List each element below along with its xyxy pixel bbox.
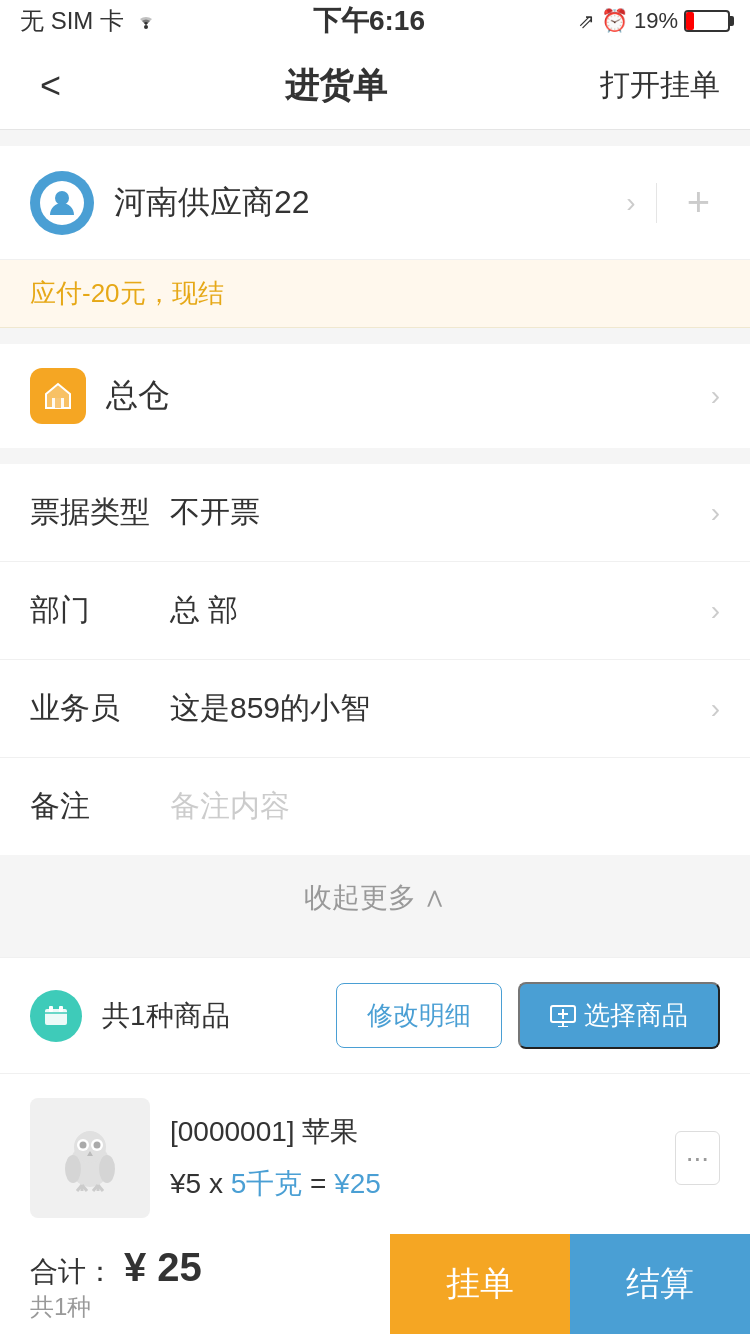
product-count: 共1种商品: [102, 997, 336, 1035]
multiply-sign: x: [209, 1168, 223, 1199]
collapse-label: 收起更多 ∧: [304, 882, 447, 913]
supplier-name: 河南供应商22: [114, 181, 616, 225]
product-icon: [30, 990, 82, 1042]
product-header: 共1种商品 修改明细 选择商品: [0, 957, 750, 1074]
product-title: 苹果: [302, 1116, 358, 1147]
svg-point-16: [80, 1142, 87, 1149]
back-button[interactable]: <: [30, 55, 71, 117]
salesman-label: 业务员: [30, 688, 170, 729]
bottom-bar: 合计： ¥ 25 共1种 挂单 结算: [0, 1234, 750, 1334]
department-label: 部门: [30, 590, 170, 631]
remark-label: 备注: [30, 786, 170, 827]
svg-point-19: [65, 1155, 81, 1183]
product-info: [0000001] 苹果 ¥5 x 5千克 = ¥25: [170, 1113, 655, 1203]
battery-icon: [684, 10, 730, 32]
supplier-chevron-icon: ›: [626, 187, 635, 219]
product-item: [0000001] 苹果 ¥5 x 5千克 = ¥25 ···: [0, 1074, 750, 1243]
product-code: [0000001]: [170, 1116, 295, 1147]
total-amount: ¥ 25: [124, 1245, 202, 1290]
status-bar: 无 SIM 卡 下午6:16 ⇗ ⏰ 19%: [0, 0, 750, 42]
svg-rect-5: [49, 1006, 53, 1012]
supplier-row[interactable]: 河南供应商22 › +: [0, 146, 750, 260]
product-price: ¥5 x 5千克 = ¥25: [170, 1165, 655, 1203]
svg-point-20: [99, 1155, 115, 1183]
collapse-bar[interactable]: 收起更多 ∧: [0, 855, 750, 941]
select-product-label: 选择商品: [584, 998, 688, 1033]
status-right: ⇗ ⏰ 19%: [578, 8, 730, 34]
total-value: ¥25: [334, 1168, 381, 1199]
edit-detail-button[interactable]: 修改明细: [336, 983, 502, 1048]
equals-sign: =: [310, 1168, 326, 1199]
quantity-value: 5千克: [231, 1168, 303, 1199]
svg-point-17: [94, 1142, 101, 1149]
price-value: ¥5: [170, 1168, 201, 1199]
nav-bar: < 进货单 打开挂单: [0, 42, 750, 130]
gap-1: [0, 130, 750, 146]
checkout-button[interactable]: 结算: [570, 1234, 750, 1334]
page-title: 进货单: [285, 63, 387, 109]
status-time: 下午6:16: [313, 2, 425, 40]
svg-rect-6: [59, 1006, 63, 1012]
total-area: 合计： ¥ 25 共1种: [0, 1234, 390, 1334]
salesman-row[interactable]: 业务员 这是859的小智 ›: [0, 660, 750, 758]
invoice-chevron-icon: ›: [711, 497, 720, 529]
select-product-button[interactable]: 选择商品: [518, 982, 720, 1049]
remark-input[interactable]: 备注内容: [170, 786, 720, 827]
svg-rect-3: [55, 398, 61, 408]
total-line: 合计： ¥ 25: [30, 1245, 360, 1291]
svg-rect-4: [45, 1009, 67, 1025]
invoice-label: 票据类型: [30, 492, 170, 533]
warehouse-row[interactable]: 总仓 ›: [0, 344, 750, 448]
status-left: 无 SIM 卡: [20, 5, 160, 37]
department-chevron-icon: ›: [711, 595, 720, 627]
supplier-avatar: [30, 171, 94, 235]
supplier-section: 河南供应商22 › + 应付-20元，现结: [0, 146, 750, 328]
total-count: 共1种: [30, 1291, 360, 1323]
warehouse-section[interactable]: 总仓 ›: [0, 344, 750, 448]
open-hang-button[interactable]: 打开挂单: [600, 65, 720, 106]
svg-point-0: [144, 25, 148, 29]
salesman-chevron-icon: ›: [711, 693, 720, 725]
warehouse-name: 总仓: [106, 374, 701, 418]
invoice-row[interactable]: 票据类型 不开票 ›: [0, 464, 750, 562]
warehouse-chevron-icon: ›: [711, 380, 720, 412]
product-name: [0000001] 苹果: [170, 1113, 655, 1151]
notice-text: 应付-20元，现结: [30, 278, 224, 308]
carrier-text: 无 SIM 卡: [20, 5, 124, 37]
vertical-divider: [656, 183, 657, 223]
warehouse-icon: [30, 368, 86, 424]
alarm-icon: ⏰: [601, 8, 628, 34]
form-section: 票据类型 不开票 › 部门 总 部 › 业务员 这是859的小智 › 备注 备注…: [0, 464, 750, 855]
remark-row[interactable]: 备注 备注内容: [0, 758, 750, 855]
salesman-value: 这是859的小智: [170, 688, 701, 729]
total-label: 合计：: [30, 1253, 114, 1291]
gap-2: [0, 328, 750, 344]
location-icon: ⇗: [578, 9, 595, 33]
battery-percent: 19%: [634, 8, 678, 34]
invoice-value: 不开票: [170, 492, 701, 533]
product-thumb-logo: [50, 1118, 130, 1198]
hang-button[interactable]: 挂单: [390, 1234, 570, 1334]
product-thumbnail: [30, 1098, 150, 1218]
wifi-icon: [132, 7, 160, 35]
gap-4: [0, 941, 750, 957]
department-value: 总 部: [170, 590, 701, 631]
add-supplier-button[interactable]: +: [677, 170, 720, 235]
notice-bar: 应付-20元，现结: [0, 260, 750, 328]
gap-3: [0, 448, 750, 464]
svg-point-1: [55, 191, 69, 205]
department-row[interactable]: 部门 总 部 ›: [0, 562, 750, 660]
product-more-button[interactable]: ···: [675, 1131, 720, 1185]
